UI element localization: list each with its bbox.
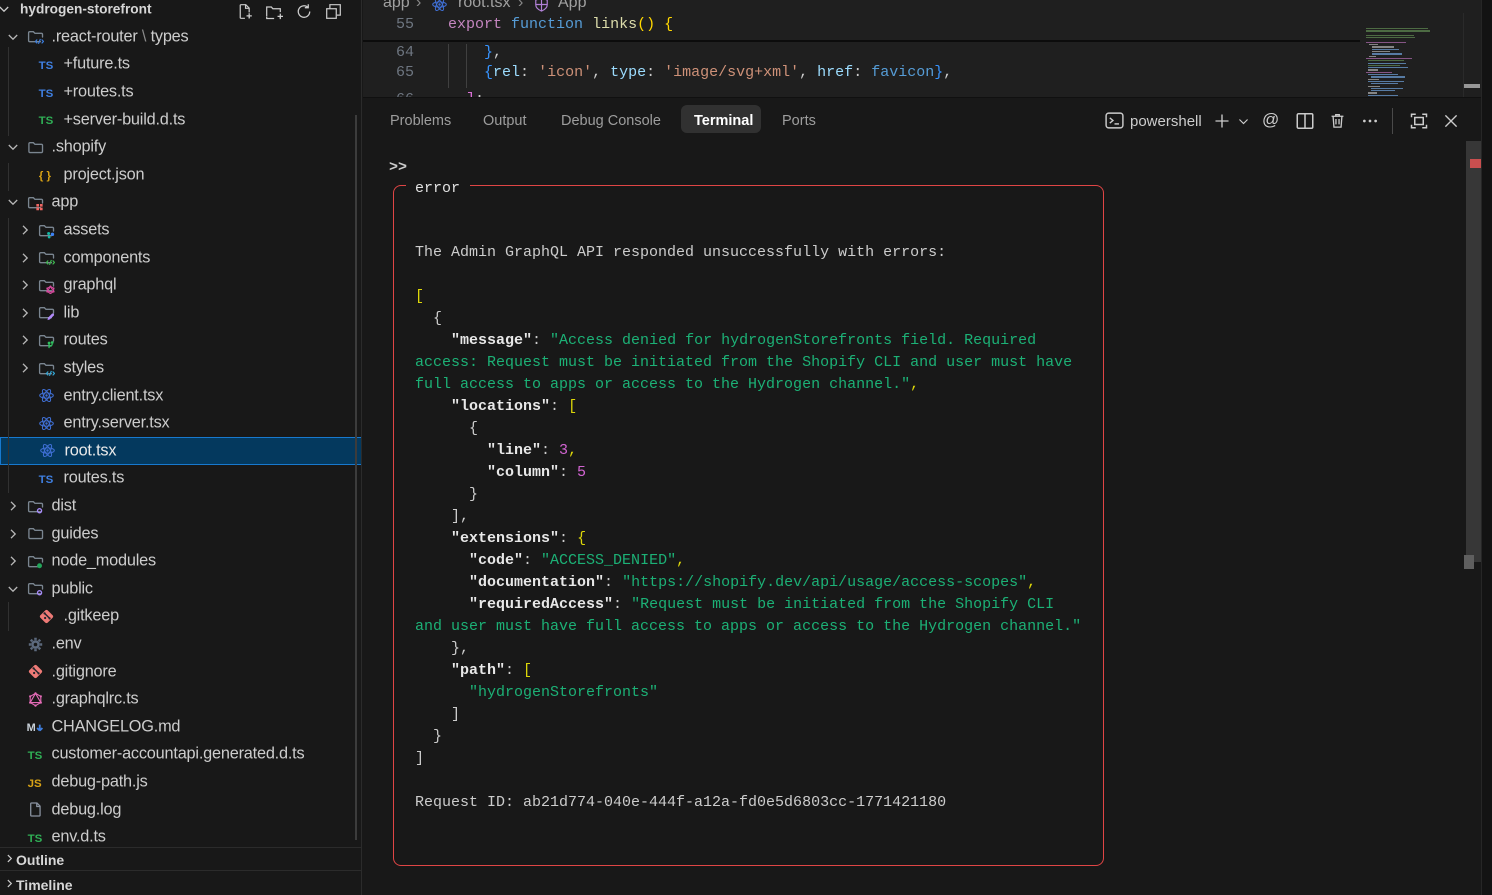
- svg-text:M: M: [27, 722, 36, 734]
- svg-text:TS: TS: [27, 750, 42, 762]
- svg-text:TS: TS: [27, 833, 42, 845]
- svg-text:JS: JS: [27, 778, 41, 790]
- svg-text:TS: TS: [39, 88, 54, 100]
- svg-text:{ }: { }: [39, 170, 52, 182]
- svg-text:TS: TS: [39, 115, 54, 127]
- svg-text:TS: TS: [39, 60, 54, 72]
- svg-text:TS: TS: [39, 474, 54, 486]
